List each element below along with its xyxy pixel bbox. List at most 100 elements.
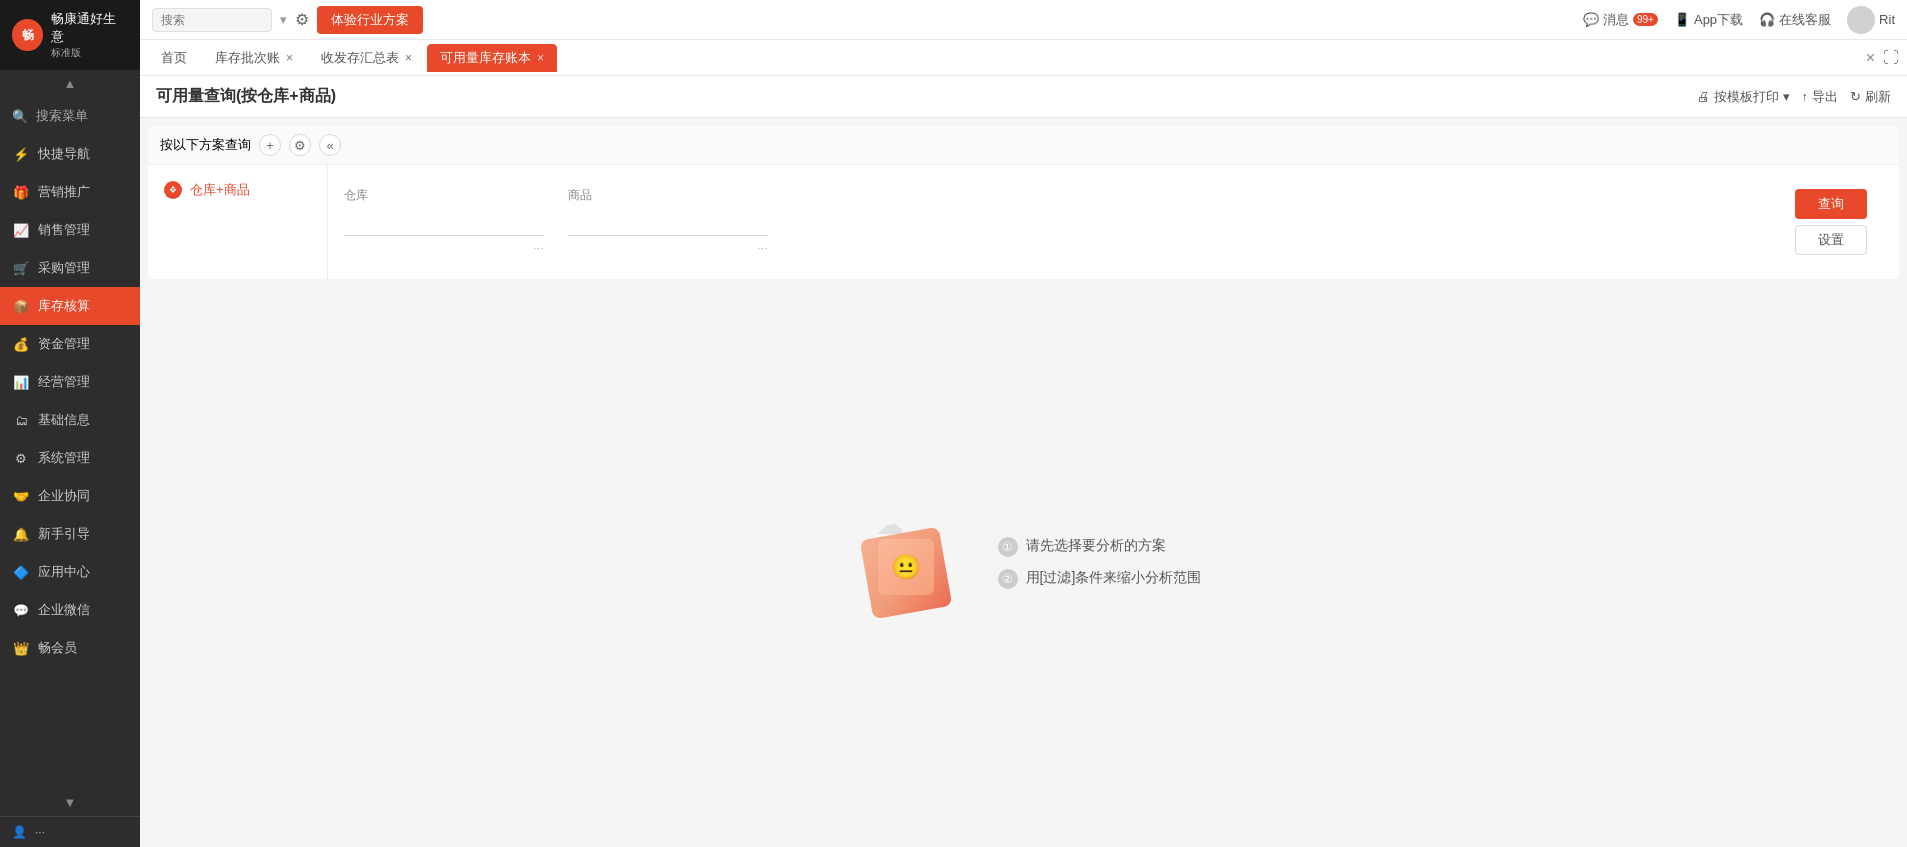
filter-warehouse-input[interactable] bbox=[344, 208, 544, 236]
sidebar-item-operation[interactable]: 📊 经营管理 bbox=[0, 363, 140, 401]
industry-solution-button[interactable]: 体验行业方案 bbox=[317, 6, 423, 34]
sidebar-item-label: 应用中心 bbox=[38, 563, 90, 581]
filter-warehouse-label: 仓库 bbox=[344, 187, 544, 204]
wechat-icon: 💬 bbox=[12, 601, 30, 619]
setting-button[interactable]: 设置 bbox=[1795, 225, 1867, 255]
tab-home[interactable]: 首页 bbox=[148, 44, 200, 72]
print-icon: 🖨 bbox=[1697, 89, 1710, 104]
tab-batch-ledger[interactable]: 库存批次账 × bbox=[202, 44, 306, 72]
print-template-button[interactable]: 🖨 按模板打印 ▾ bbox=[1697, 88, 1790, 106]
user-avatar bbox=[1847, 6, 1875, 34]
query-panel-title: 按以下方案查询 bbox=[160, 136, 251, 154]
app-download-label: App下载 bbox=[1694, 11, 1743, 29]
sidebar-item-label: 企业协同 bbox=[38, 487, 90, 505]
query-button[interactable]: 查询 bbox=[1795, 189, 1867, 219]
filter-goods-input[interactable] bbox=[568, 208, 768, 236]
sidebar-item-quick-nav[interactable]: ⚡ 快捷导航 bbox=[0, 135, 140, 173]
sidebar-search[interactable]: 🔍 搜索菜单 bbox=[0, 97, 140, 135]
hint-number-1: ① bbox=[998, 537, 1018, 557]
finance-icon: 💰 bbox=[12, 335, 30, 353]
scheme-icon: ❖ bbox=[164, 181, 182, 199]
sidebar-item-marketing[interactable]: 🎁 营销推广 bbox=[0, 173, 140, 211]
sidebar-item-basic[interactable]: 🗂 基础信息 bbox=[0, 401, 140, 439]
main-area: ▾ ⚙ 体验行业方案 💬 消息 99+ 📱 App下载 🎧 在线客服 Rit bbox=[140, 0, 1907, 847]
print-chevron-icon[interactable]: ▾ bbox=[1783, 89, 1790, 104]
export-icon: ↑ bbox=[1802, 89, 1809, 104]
sidebar-item-vip[interactable]: 👑 畅会员 bbox=[0, 629, 140, 667]
user-name-display: ··· bbox=[35, 825, 45, 839]
add-scheme-button[interactable]: + bbox=[259, 134, 281, 156]
marketing-icon: 🎁 bbox=[12, 183, 30, 201]
message-button[interactable]: 💬 消息 99+ bbox=[1583, 11, 1658, 29]
tab-storage-summary-label: 收发存汇总表 bbox=[321, 49, 399, 67]
sidebar-item-finance[interactable]: 💰 资金管理 bbox=[0, 325, 140, 363]
sidebar-item-apps[interactable]: 🔷 应用中心 bbox=[0, 553, 140, 591]
guide-icon: 🔔 bbox=[12, 525, 30, 543]
filter-warehouse: 仓库 ··· bbox=[344, 187, 544, 257]
topbar-gear-icon[interactable]: ⚙ bbox=[295, 10, 309, 29]
app-download-button[interactable]: 📱 App下载 bbox=[1674, 11, 1743, 29]
sidebar-item-label: 快捷导航 bbox=[38, 145, 90, 163]
sidebar-item-sales[interactable]: 📈 销售管理 bbox=[0, 211, 140, 249]
basic-icon: 🗂 bbox=[12, 411, 30, 429]
sidebar-item-label: 营销推广 bbox=[38, 183, 90, 201]
sidebar-scroll-up[interactable]: ▲ bbox=[0, 70, 140, 97]
sidebar-item-label: 经营管理 bbox=[38, 373, 90, 391]
tab-home-label: 首页 bbox=[161, 49, 187, 67]
sidebar-item-system[interactable]: ⚙ 系统管理 bbox=[0, 439, 140, 477]
sidebar-user[interactable]: 👤 ··· bbox=[0, 816, 140, 847]
topbar-chevron-icon[interactable]: ▾ bbox=[280, 12, 287, 27]
headset-icon: 🎧 bbox=[1759, 12, 1775, 27]
sidebar-item-label: 新手引导 bbox=[38, 525, 90, 543]
sidebar-item-enterprise[interactable]: 🤝 企业协同 bbox=[0, 477, 140, 515]
sidebar-item-guide[interactable]: 🔔 新手引导 bbox=[0, 515, 140, 553]
filter-warehouse-more[interactable]: ··· bbox=[533, 240, 544, 255]
online-service-label: 在线客服 bbox=[1779, 11, 1831, 29]
apps-icon: 🔷 bbox=[12, 563, 30, 581]
tab-available-qty-label: 可用量库存账本 bbox=[440, 49, 531, 67]
topbar-search-input[interactable] bbox=[152, 8, 272, 32]
tab-available-qty[interactable]: 可用量库存账本 × bbox=[427, 44, 557, 72]
page-content: 可用量查询(按仓库+商品) 🖨 按模板打印 ▾ ↑ 导出 ↻ 刷新 bbox=[140, 76, 1907, 847]
sidebar-item-inventory[interactable]: 📦 库存核算 bbox=[0, 287, 140, 325]
user-display-name: Rit bbox=[1879, 12, 1895, 27]
export-label: 导出 bbox=[1812, 88, 1838, 106]
sidebar-nav: 🔍 搜索菜单 ⚡ 快捷导航 🎁 营销推广 📈 销售管理 🛒 采购管理 📦 库存核… bbox=[0, 97, 140, 789]
export-button[interactable]: ↑ 导出 bbox=[1802, 88, 1839, 106]
sidebar-item-label: 基础信息 bbox=[38, 411, 90, 429]
refresh-button[interactable]: ↻ 刷新 bbox=[1850, 88, 1891, 106]
sidebar-search-label: 搜索菜单 bbox=[36, 107, 88, 125]
scheme-item-warehouse-goods[interactable]: ❖ 仓库+商品 bbox=[148, 173, 327, 207]
tab-batch-ledger-close[interactable]: × bbox=[286, 51, 293, 65]
print-label: 按模板打印 bbox=[1714, 88, 1779, 106]
sidebar-item-label: 库存核算 bbox=[38, 297, 90, 315]
scheme-settings-button[interactable]: ⚙ bbox=[289, 134, 311, 156]
tab-batch-ledger-label: 库存批次账 bbox=[215, 49, 280, 67]
sidebar: 畅 畅康通好生意 标准版 ▲ 🔍 搜索菜单 ⚡ 快捷导航 🎁 营销推广 📈 销售… bbox=[0, 0, 140, 847]
topbar: ▾ ⚙ 体验行业方案 💬 消息 99+ 📱 App下载 🎧 在线客服 Rit bbox=[140, 0, 1907, 40]
app-subtitle: 标准版 bbox=[51, 46, 128, 60]
phone-icon: 📱 bbox=[1674, 12, 1690, 27]
inventory-icon: 📦 bbox=[12, 297, 30, 315]
collapse-panel-button[interactable]: « bbox=[319, 134, 341, 156]
tab-storage-summary[interactable]: 收发存汇总表 × bbox=[308, 44, 425, 72]
tab-storage-summary-close[interactable]: × bbox=[405, 51, 412, 65]
scheme-logo: ❖ bbox=[169, 185, 177, 195]
online-service-button[interactable]: 🎧 在线客服 bbox=[1759, 11, 1831, 29]
sidebar-item-label: 资金管理 bbox=[38, 335, 90, 353]
tab-close-all-icon[interactable]: × bbox=[1866, 49, 1875, 67]
filter-goods: 商品 ··· bbox=[568, 187, 768, 257]
sidebar-header: 畅 畅康通好生意 标准版 bbox=[0, 0, 140, 70]
filter-goods-more[interactable]: ··· bbox=[757, 240, 768, 255]
sidebar-item-wechat[interactable]: 💬 企业微信 bbox=[0, 591, 140, 629]
vip-icon: 👑 bbox=[12, 639, 30, 657]
user-menu-button[interactable]: Rit bbox=[1847, 6, 1895, 34]
query-panel-header: 按以下方案查询 + ⚙ « bbox=[148, 126, 1899, 165]
sidebar-scroll-down[interactable]: ▼ bbox=[0, 789, 140, 816]
tab-available-qty-close[interactable]: × bbox=[537, 51, 544, 65]
user-icon: 👤 bbox=[12, 825, 27, 839]
purchase-icon: 🛒 bbox=[12, 259, 30, 277]
sidebar-item-purchase[interactable]: 🛒 采购管理 bbox=[0, 249, 140, 287]
refresh-icon: ↻ bbox=[1850, 89, 1861, 104]
tab-expand-icon[interactable]: ⛶ bbox=[1883, 49, 1899, 67]
